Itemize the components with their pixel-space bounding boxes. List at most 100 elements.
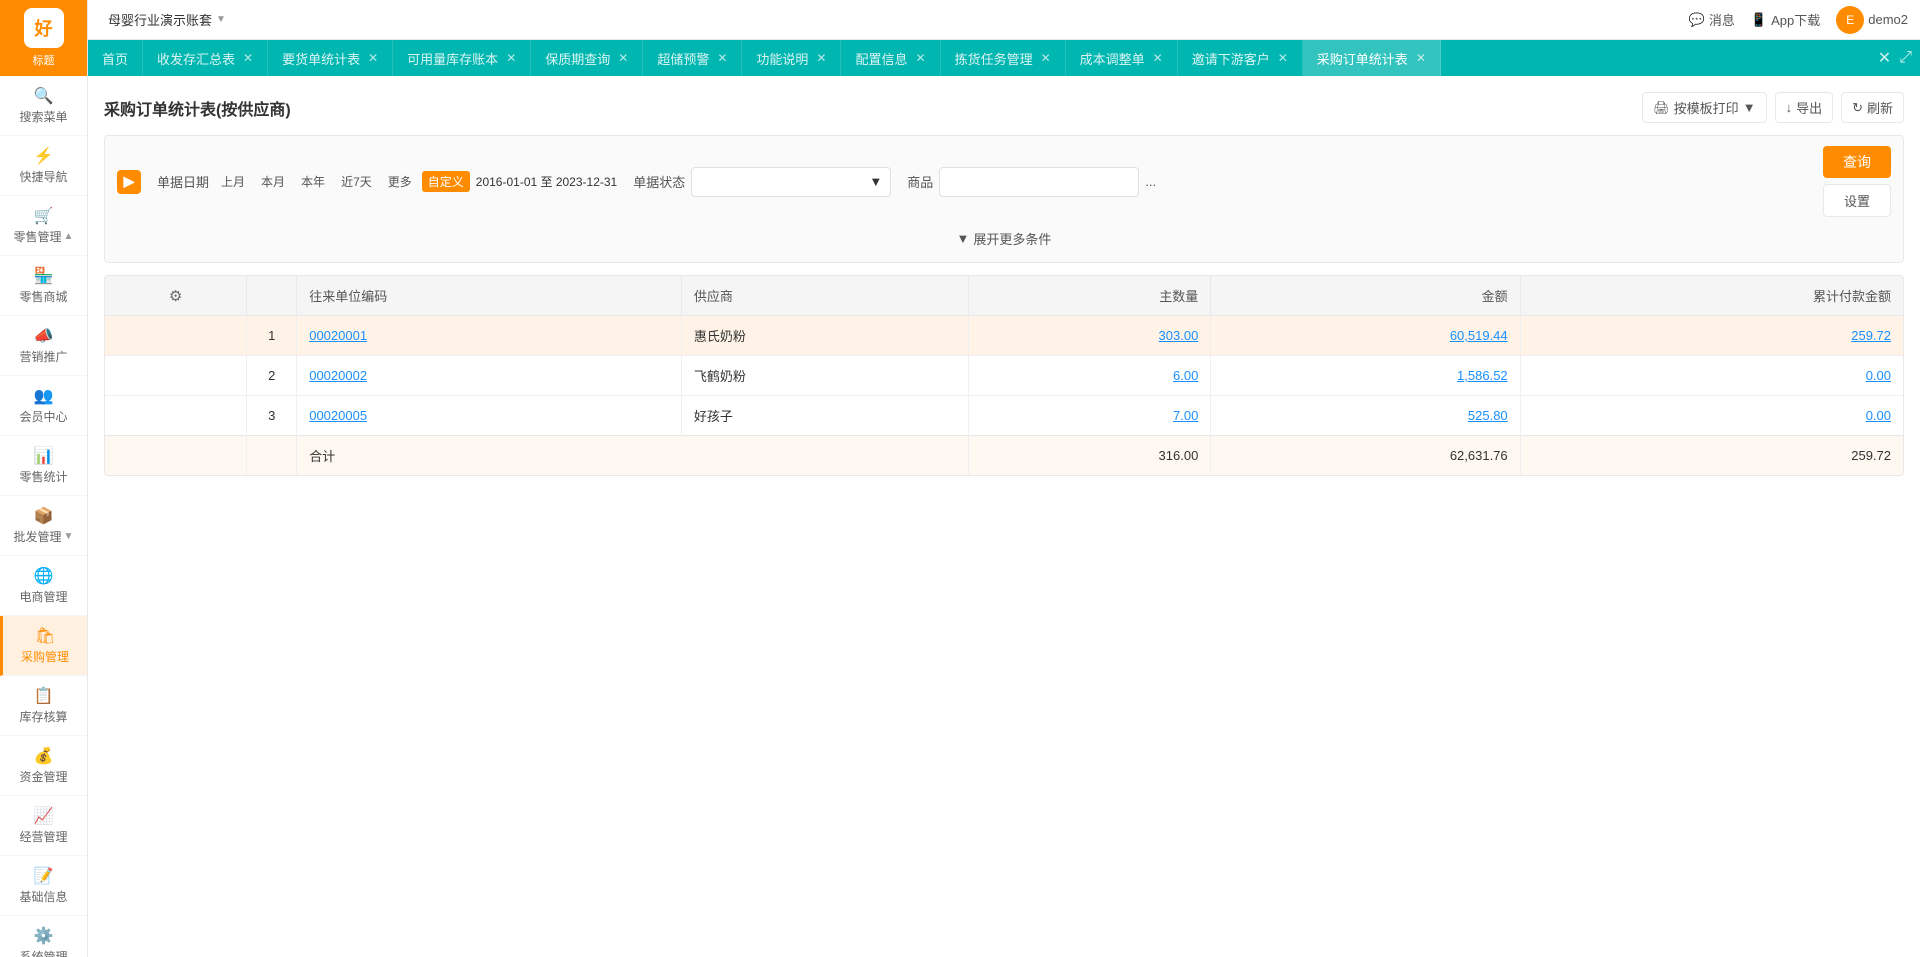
tab-overstock-close-icon[interactable]: ✕	[717, 51, 727, 65]
sidebar-item-business-mgmt[interactable]: 📈 经营管理	[0, 796, 87, 856]
tab-purchase-order-stat[interactable]: 采购订单统计表 ✕	[1303, 40, 1441, 76]
td-row2-paid-amount: 0.00	[1520, 356, 1903, 396]
date-shortcut-this-year[interactable]: 本年	[295, 171, 331, 192]
sidebar-item-retail-stat[interactable]: 📊 零售统计	[0, 436, 87, 496]
date-shortcut-7days[interactable]: 近7天	[335, 171, 378, 192]
sidebar-item-purchase-mgmt[interactable]: 🛍 采购管理	[0, 616, 87, 676]
sidebar-item-retail-shop[interactable]: 🏪 零售商城	[0, 256, 87, 316]
td-row1-settings[interactable]	[105, 316, 247, 356]
tab-pick-task[interactable]: 拣货任务管理 ✕	[941, 40, 1066, 76]
tab-expiry-query-close-icon[interactable]: ✕	[618, 51, 628, 65]
tab-expiry-query[interactable]: 保质期查询 ✕	[531, 40, 643, 76]
tab-pick-task-close-icon[interactable]: ✕	[1041, 51, 1051, 65]
paid-amount-link-2[interactable]: 0.00	[1866, 368, 1891, 383]
th-settings[interactable]: ⚙	[105, 276, 247, 316]
tab-purchase-stat-close-icon[interactable]: ✕	[368, 51, 378, 65]
filter-bar: ▶ 单据日期 上月 本月 本年 近7天 更多 自定义 2016-01-01 至 …	[104, 135, 1904, 263]
paid-amount-link-3[interactable]: 0.00	[1866, 408, 1891, 423]
refresh-button[interactable]: ↻ 刷新	[1841, 92, 1904, 123]
paid-amount-link-1[interactable]: 259.72	[1851, 328, 1891, 343]
sidebar-item-label: 零售统计	[19, 468, 67, 485]
td-row2-partner-code: 00020002	[297, 356, 682, 396]
tab-config-info[interactable]: 配置信息 ✕	[841, 40, 940, 76]
sidebar-item-system-mgmt[interactable]: ⚙️ 系统管理	[0, 916, 87, 957]
tab-invite-customer-label: 邀请下游客户	[1192, 49, 1270, 68]
sidebar-item-stock-check[interactable]: 📋 库存核算	[0, 676, 87, 736]
amount-link-3[interactable]: 525.80	[1468, 408, 1508, 423]
page-inner: 采购订单统计表(按供应商) 🖨 按模板打印 ▼ ↓ 导出 ↻ 刷新	[88, 76, 1920, 957]
partner-code-link-2[interactable]: 00020002	[309, 368, 367, 383]
logo-icon: 好	[24, 8, 64, 48]
sidebar-item-basic-info[interactable]: 📝 基础信息	[0, 856, 87, 916]
tab-purchase-order-stat-close-icon[interactable]: ✕	[1416, 51, 1426, 65]
tab-available-stock-close-icon[interactable]: ✕	[506, 51, 516, 65]
tab-function-desc[interactable]: 功能说明 ✕	[742, 40, 841, 76]
user-name: demo2	[1868, 12, 1908, 27]
account-dropdown[interactable]: 母婴行业演示账套 ▼	[100, 10, 234, 29]
td-row2-settings[interactable]	[105, 356, 247, 396]
navigation-tabs: 首页 收发存汇总表 ✕ 要货单统计表 ✕ 可用量库存账本 ✕ 保质期查询 ✕ 超…	[88, 40, 1920, 76]
main-qty-link-3[interactable]: 7.00	[1173, 408, 1198, 423]
status-filter-label: 单据状态	[633, 172, 685, 191]
tab-purchase-stat[interactable]: 要货单统计表 ✕	[268, 40, 393, 76]
batch-mgmt-label-wrap: 批发管理 ▼	[14, 528, 74, 545]
sidebar-item-retail-mgmt[interactable]: 🛒 零售管理 ▲	[0, 196, 87, 256]
status-select[interactable]: ▼	[691, 167, 891, 197]
sidebar-item-quick-nav[interactable]: ⚡ 快捷导航	[0, 136, 87, 196]
main-qty-link-2[interactable]: 6.00	[1173, 368, 1198, 383]
sidebar-item-marketing[interactable]: 📣 营销推广	[0, 316, 87, 376]
filter-toggle-button[interactable]: ▶	[117, 170, 141, 194]
td-row2-num: 2	[247, 356, 297, 396]
tab-home[interactable]: 首页	[88, 40, 143, 76]
tab-invite-customer-close-icon[interactable]: ✕	[1278, 51, 1288, 65]
app-logo[interactable]: 好 标题	[0, 0, 87, 76]
sidebar: 好 标题 🔍 搜索菜单 ⚡ 快捷导航 🛒 零售管理 ▲ 🏪 零售商城 📣 营销推…	[0, 0, 88, 957]
sidebar-item-capital-mgmt[interactable]: 💰 资金管理	[0, 736, 87, 796]
stock-check-icon: 📋	[34, 686, 54, 706]
td-row3-settings[interactable]	[105, 396, 247, 436]
app-download-button[interactable]: 📱 App下载	[1751, 10, 1820, 29]
maximize-icon[interactable]: ⤢	[1899, 49, 1912, 67]
partner-code-link-3[interactable]: 00020005	[309, 408, 367, 423]
amount-link-1[interactable]: 60,519.44	[1450, 328, 1508, 343]
goods-input[interactable]	[939, 167, 1139, 197]
tab-purchase-stat-label: 要货单统计表	[282, 49, 360, 68]
sidebar-item-member-center[interactable]: 👥 会员中心	[0, 376, 87, 436]
filter-more-button[interactable]: ...	[1145, 174, 1156, 189]
date-shortcut-last-month[interactable]: 上月	[215, 171, 251, 192]
page-header-actions: 🖨 按模板打印 ▼ ↓ 导出 ↻ 刷新	[1642, 92, 1904, 123]
date-custom-badge[interactable]: 自定义	[422, 171, 470, 192]
tab-home-label: 首页	[102, 49, 128, 68]
date-shortcut-this-month[interactable]: 本月	[255, 171, 291, 192]
tab-collect[interactable]: 收发存汇总表 ✕	[143, 40, 268, 76]
tab-overstock[interactable]: 超储预警 ✕	[643, 40, 742, 76]
query-button[interactable]: 查询	[1823, 146, 1891, 178]
filter-settings-button[interactable]: 设置	[1823, 184, 1891, 217]
tab-invite-customer[interactable]: 邀请下游客户 ✕	[1178, 40, 1303, 76]
date-shortcut-more[interactable]: 更多	[382, 171, 418, 192]
tab-cost-adjust[interactable]: 成本调整单 ✕	[1066, 40, 1178, 76]
retail-mgmt-icon: 🛒	[34, 206, 54, 226]
main-qty-link-1[interactable]: 303.00	[1159, 328, 1199, 343]
tab-cost-adjust-close-icon[interactable]: ✕	[1153, 51, 1163, 65]
tab-available-stock[interactable]: 可用量库存账本 ✕	[393, 40, 531, 76]
export-button[interactable]: ↓ 导出	[1775, 92, 1834, 123]
sidebar-item-ecommerce[interactable]: 🌐 电商管理	[0, 556, 87, 616]
amount-link-2[interactable]: 1,586.52	[1457, 368, 1508, 383]
close-all-tabs-icon[interactable]: ✕	[1878, 48, 1891, 68]
th-main-qty: 主数量	[969, 276, 1211, 316]
expand-more-button[interactable]: ▼ 展开更多条件	[949, 225, 1060, 252]
template-print-button[interactable]: 🖨 按模板打印 ▼	[1642, 92, 1766, 123]
logo-text: 标题	[4, 52, 83, 68]
message-button[interactable]: 💬 消息	[1689, 10, 1735, 29]
phone-icon: 📱	[1751, 12, 1767, 28]
sidebar-item-label: 库存核算	[19, 708, 67, 725]
partner-code-link-1[interactable]: 00020001	[309, 328, 367, 343]
tab-config-info-close-icon[interactable]: ✕	[916, 51, 926, 65]
account-label: 母婴行业演示账套	[108, 10, 212, 29]
user-profile-button[interactable]: E demo2	[1836, 6, 1908, 34]
tab-collect-close-icon[interactable]: ✕	[243, 51, 253, 65]
tab-function-desc-close-icon[interactable]: ✕	[816, 51, 826, 65]
sidebar-item-batch-mgmt[interactable]: 📦 批发管理 ▼	[0, 496, 87, 556]
sidebar-item-search[interactable]: 🔍 搜索菜单	[0, 76, 87, 136]
